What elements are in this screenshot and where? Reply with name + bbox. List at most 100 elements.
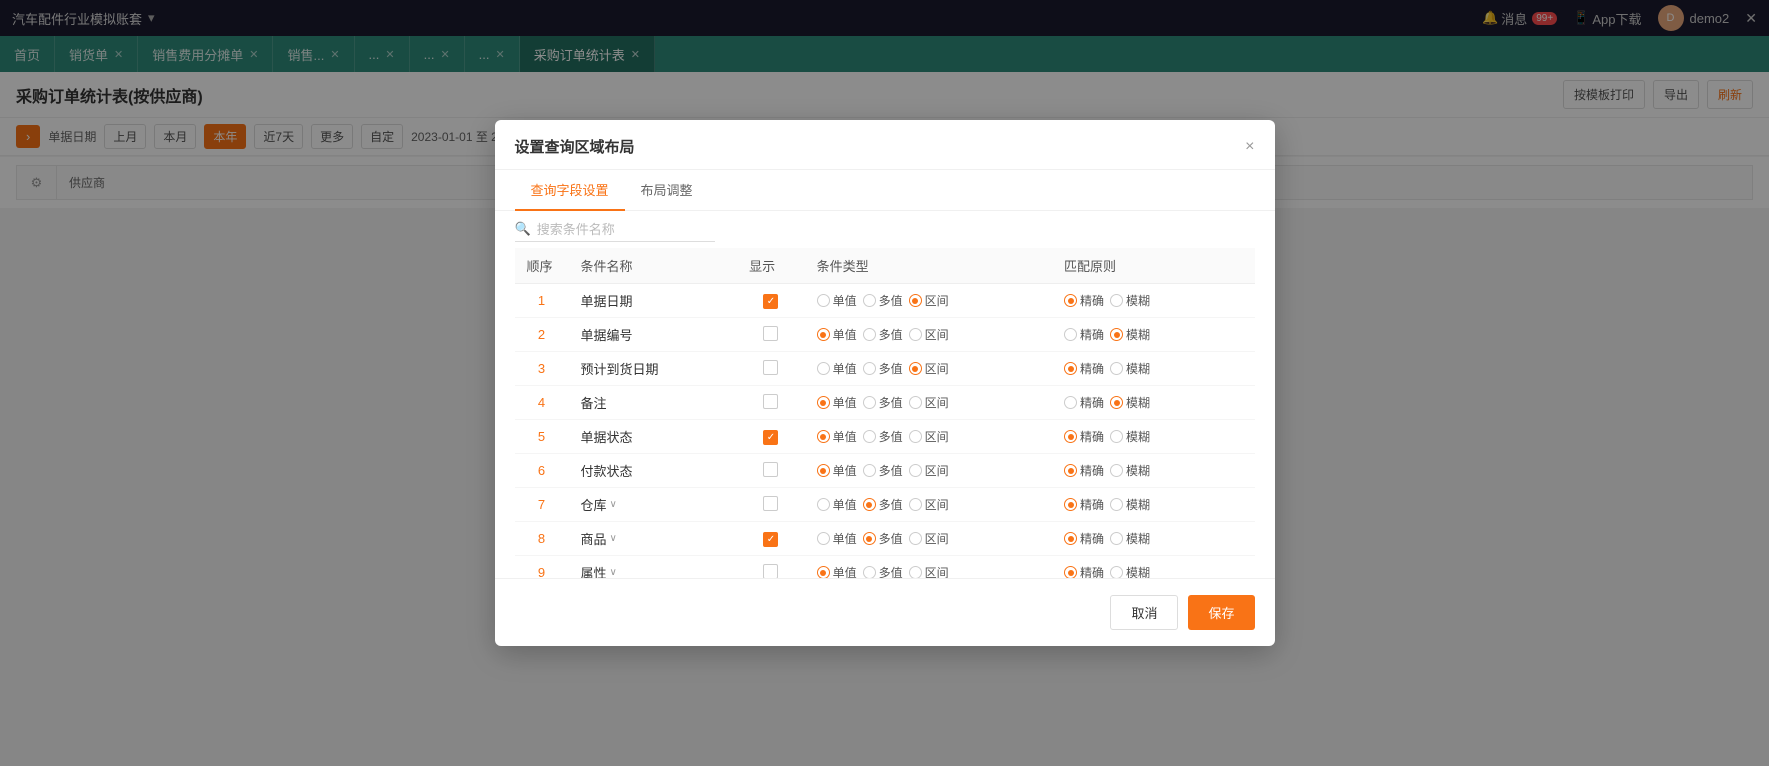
radio-type-多值-0[interactable]: 多值 [863, 292, 903, 309]
conditions-table-scroll[interactable]: 顺序 条件名称 显示 条件类型 匹配原则 1单据日期单值多值区间精确模糊2单据编… [515, 248, 1255, 578]
radio-match-精确-2[interactable]: 精确 [1064, 360, 1104, 377]
radio-circle-多值-8 [863, 566, 876, 578]
radio-type-单值-0[interactable]: 单值 [817, 292, 857, 309]
radio-type-区间-2[interactable]: 区间 [909, 360, 949, 377]
radio-circle-单值-8 [817, 566, 830, 578]
radio-type-多值-8[interactable]: 多值 [863, 564, 903, 578]
checkbox-8[interactable] [763, 564, 778, 579]
radio-type-多值-3[interactable]: 多值 [863, 394, 903, 411]
radio-type-单值-1[interactable]: 单值 [817, 326, 857, 343]
table-row: 8商品 ∨单值多值区间精确模糊 [515, 522, 1255, 556]
radio-match-模糊-0[interactable]: 模糊 [1110, 292, 1150, 309]
search-input-wrap: 🔍 [515, 221, 715, 242]
radio-match-精确-3[interactable]: 精确 [1064, 394, 1104, 411]
table-header-row: 顺序 条件名称 显示 条件类型 匹配原则 [515, 248, 1255, 284]
radio-circle-多值-7 [863, 532, 876, 545]
radio-type-单值-2[interactable]: 单值 [817, 360, 857, 377]
radio-match-精确-6[interactable]: 精确 [1064, 496, 1104, 513]
radio-type-区间-8[interactable]: 区间 [909, 564, 949, 578]
table-row: 1单据日期单值多值区间精确模糊 [515, 284, 1255, 318]
radio-type-区间-5[interactable]: 区间 [909, 462, 949, 479]
row-name-7: 商品 ∨ [568, 522, 737, 556]
radio-match-模糊-4[interactable]: 模糊 [1110, 428, 1150, 445]
radio-circle-多值-1 [863, 328, 876, 341]
radio-match-精确-4[interactable]: 精确 [1064, 428, 1104, 445]
radio-circle-区间-4 [909, 430, 922, 443]
checkbox-1[interactable] [763, 326, 778, 341]
radio-type-区间-1[interactable]: 区间 [909, 326, 949, 343]
radio-match-circle-模糊-7 [1110, 532, 1123, 545]
search-box-area: 🔍 [495, 211, 1275, 248]
radio-match-精确-1[interactable]: 精确 [1064, 326, 1104, 343]
row-show-4[interactable] [737, 420, 804, 454]
row-show-5[interactable] [737, 454, 804, 488]
radio-type-区间-7[interactable]: 区间 [909, 530, 949, 547]
radio-circle-区间-7 [909, 532, 922, 545]
row-show-7[interactable] [737, 522, 804, 556]
radio-type-多值-7[interactable]: 多值 [863, 530, 903, 547]
checkbox-4[interactable] [763, 430, 778, 445]
row-match-1: 精确模糊 [1052, 318, 1254, 352]
radio-match-精确-0[interactable]: 精确 [1064, 292, 1104, 309]
table-row: 4备注单值多值区间精确模糊 [515, 386, 1255, 420]
radio-type-多值-2[interactable]: 多值 [863, 360, 903, 377]
radio-type-单值-4[interactable]: 单值 [817, 428, 857, 445]
search-icon: 🔍 [515, 221, 531, 237]
row-type-5: 单值多值区间 [805, 454, 1052, 488]
row-order-2: 3 [515, 352, 569, 386]
row-show-6[interactable] [737, 488, 804, 522]
radio-type-单值-8[interactable]: 单值 [817, 564, 857, 578]
dialog-close-button[interactable]: × [1245, 139, 1254, 155]
cancel-button[interactable]: 取消 [1110, 595, 1178, 630]
radio-match-模糊-6[interactable]: 模糊 [1110, 496, 1150, 513]
checkbox-5[interactable] [763, 462, 778, 477]
radio-match-模糊-1[interactable]: 模糊 [1110, 326, 1150, 343]
radio-type-多值-6[interactable]: 多值 [863, 496, 903, 513]
radio-type-区间-0[interactable]: 区间 [909, 292, 949, 309]
checkbox-3[interactable] [763, 394, 778, 409]
radio-type-多值-1[interactable]: 多值 [863, 326, 903, 343]
radio-match-精确-8[interactable]: 精确 [1064, 564, 1104, 578]
row-match-3: 精确模糊 [1052, 386, 1254, 420]
row-show-1[interactable] [737, 318, 804, 352]
row-show-2[interactable] [737, 352, 804, 386]
radio-type-单值-7[interactable]: 单值 [817, 530, 857, 547]
radio-match-模糊-3[interactable]: 模糊 [1110, 394, 1150, 411]
radio-type-区间-6[interactable]: 区间 [909, 496, 949, 513]
radio-match-精确-5[interactable]: 精确 [1064, 462, 1104, 479]
row-order-4: 5 [515, 420, 569, 454]
checkbox-2[interactable] [763, 360, 778, 375]
dialog-tab-query-fields[interactable]: 查询字段设置 [515, 170, 625, 211]
checkbox-0[interactable] [763, 294, 778, 309]
search-input[interactable] [537, 222, 697, 237]
radio-type-单值-6[interactable]: 单值 [817, 496, 857, 513]
radio-match-模糊-7[interactable]: 模糊 [1110, 530, 1150, 547]
radio-type-区间-3[interactable]: 区间 [909, 394, 949, 411]
table-row: 2单据编号单值多值区间精确模糊 [515, 318, 1255, 352]
row-name-2: 预计到货日期 [568, 352, 737, 386]
radio-type-多值-5[interactable]: 多值 [863, 462, 903, 479]
row-match-4: 精确模糊 [1052, 420, 1254, 454]
row-show-0[interactable] [737, 284, 804, 318]
radio-match-模糊-8[interactable]: 模糊 [1110, 564, 1150, 578]
radio-circle-单值-6 [817, 498, 830, 511]
radio-type-单值-5[interactable]: 单值 [817, 462, 857, 479]
row-order-8: 9 [515, 556, 569, 579]
radio-type-多值-4[interactable]: 多值 [863, 428, 903, 445]
radio-match-模糊-5[interactable]: 模糊 [1110, 462, 1150, 479]
save-button[interactable]: 保存 [1188, 595, 1254, 630]
dialog-tab-layout[interactable]: 布局调整 [625, 170, 709, 211]
radio-match-精确-7[interactable]: 精确 [1064, 530, 1104, 547]
radio-match-circle-精确-0 [1064, 294, 1077, 307]
col-type-header: 条件类型 [805, 248, 1052, 284]
radio-type-区间-4[interactable]: 区间 [909, 428, 949, 445]
radio-match-模糊-2[interactable]: 模糊 [1110, 360, 1150, 377]
arrow-down-icon: ∨ [609, 499, 616, 510]
checkbox-6[interactable] [763, 496, 778, 511]
radio-match-circle-模糊-2 [1110, 362, 1123, 375]
checkbox-7[interactable] [763, 532, 778, 547]
row-show-3[interactable] [737, 386, 804, 420]
radio-type-单值-3[interactable]: 单值 [817, 394, 857, 411]
dialog-header: 设置查询区域布局 × [495, 120, 1275, 170]
row-show-8[interactable] [737, 556, 804, 579]
